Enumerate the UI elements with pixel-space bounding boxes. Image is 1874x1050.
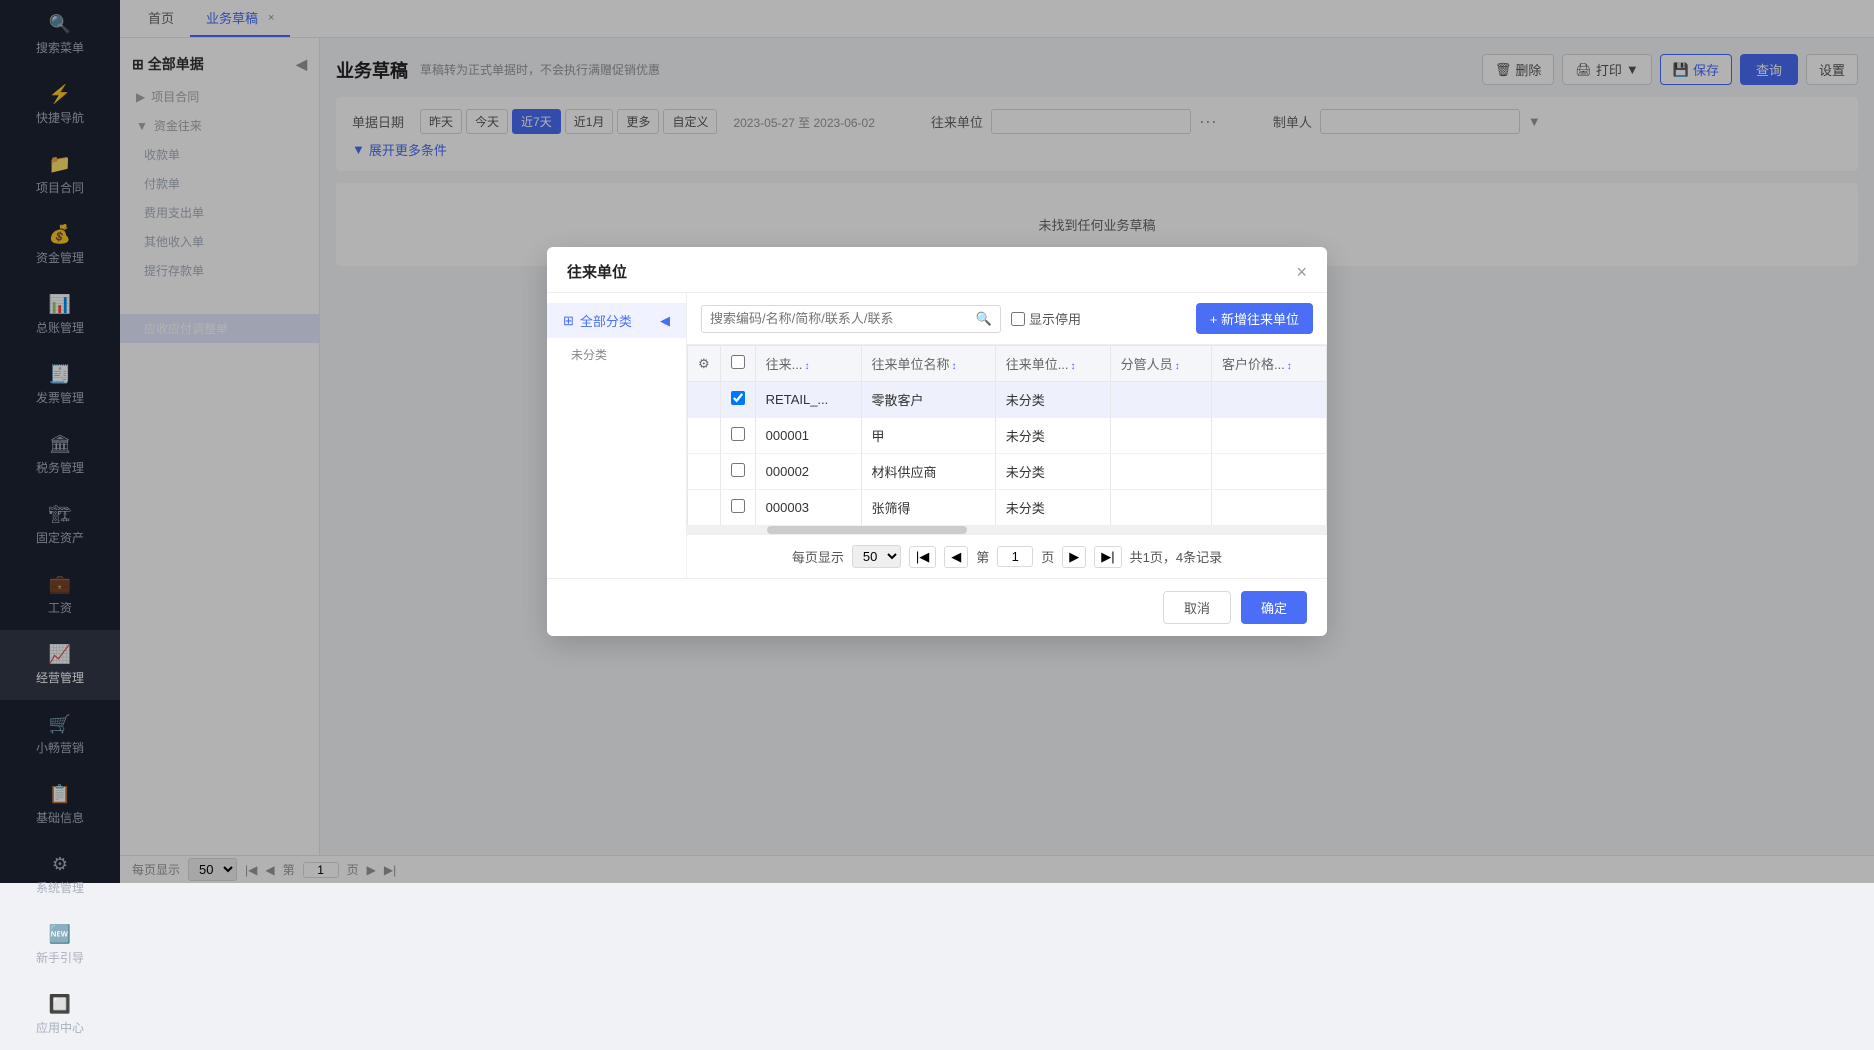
collapse-sidebar-icon[interactable]: ◀ (660, 313, 670, 329)
row-price (1211, 418, 1326, 454)
modal-body: ⊞ 全部分类 ◀ 未分类 🔍 显示停用 (547, 293, 1327, 578)
row-checkbox[interactable] (720, 382, 755, 418)
modal-search-box[interactable]: 🔍 (701, 305, 1001, 333)
cancel-button[interactable]: 取消 (1163, 591, 1231, 624)
table-row[interactable]: 000002 材料供应商 未分类 (688, 454, 1327, 490)
row-manager (1110, 454, 1211, 490)
row-manager (1110, 490, 1211, 526)
horizontal-scrollbar[interactable] (687, 526, 1327, 534)
row-code: 000002 (755, 454, 861, 490)
row-category: 未分类 (995, 454, 1110, 490)
col-category: 往来单位...↕ (995, 346, 1110, 382)
modal-pagination: 每页显示 50 |◀ ◀ 第 页 ▶ ▶| 共1页，4条记录 (687, 534, 1327, 578)
row-price (1211, 454, 1326, 490)
show-inactive-checkbox[interactable] (1011, 312, 1025, 326)
row-checkbox[interactable] (720, 490, 755, 526)
modal-sidebar-all[interactable]: ⊞ 全部分类 ◀ (547, 303, 686, 338)
select-all-checkbox[interactable] (731, 355, 745, 369)
search-icon: 🔍 (976, 311, 992, 327)
table-row[interactable]: 000003 张筛得 未分类 (688, 490, 1327, 526)
modal-close-button[interactable]: × (1296, 263, 1307, 281)
col-price: 客户价格...↕ (1211, 346, 1326, 382)
page-prev-btn[interactable]: ◀ (944, 546, 968, 568)
row-manager (1110, 418, 1211, 454)
appcenter-icon: 🔲 (49, 994, 71, 1015)
table-row[interactable]: 000001 甲 未分类 (688, 418, 1327, 454)
row-settings (688, 454, 721, 490)
page-next-btn[interactable]: ▶ (1062, 546, 1086, 568)
modal-table: ⚙ 往来...↕ 往来单位名称↕ 往来单位...↕ 分管人员↕ 客户价格...↕ (687, 345, 1327, 526)
row-code: 000003 (755, 490, 861, 526)
show-inactive-label[interactable]: 显示停用 (1011, 309, 1081, 328)
row-price (1211, 490, 1326, 526)
col-manager: 分管人员↕ (1110, 346, 1211, 382)
modal-header: 往来单位 × (547, 247, 1327, 293)
sidebar-item-appcenter[interactable]: 🔲 应用中心 (0, 980, 120, 1050)
modal-toolbar: 🔍 显示停用 + 新增往来单位 (687, 293, 1327, 345)
sidebar-item-guide[interactable]: 🆕 新手引导 (0, 910, 120, 980)
page-suffix: 页 (1041, 547, 1054, 566)
per-page-select[interactable]: 50 (852, 545, 901, 568)
modal-title: 往来单位 (567, 261, 627, 282)
page-last-btn[interactable]: ▶| (1094, 546, 1121, 568)
total-pages-text: 共1页，4条记录 (1130, 547, 1222, 566)
row-checkbox[interactable] (720, 454, 755, 490)
row-settings (688, 382, 721, 418)
settings-col-icon[interactable]: ⚙ (698, 356, 710, 371)
page-label: 第 (976, 547, 989, 566)
row-settings (688, 418, 721, 454)
col-code: 往来...↕ (755, 346, 861, 382)
row-category: 未分类 (995, 418, 1110, 454)
row-category: 未分类 (995, 382, 1110, 418)
page-first-btn[interactable]: |◀ (909, 546, 936, 568)
row-name: 零散客户 (861, 382, 995, 418)
sidebar-item-label: 应用中心 (36, 1019, 84, 1036)
scroll-thumb (767, 526, 967, 534)
row-name: 张筛得 (861, 490, 995, 526)
row-name: 材料供应商 (861, 454, 995, 490)
row-manager (1110, 382, 1211, 418)
sidebar-item-label: 新手引导 (36, 949, 84, 966)
row-code: RETAIL_... (755, 382, 861, 418)
row-price (1211, 382, 1326, 418)
row-code: 000001 (755, 418, 861, 454)
col-name: 往来单位名称↕ (861, 346, 995, 382)
table-row[interactable]: RETAIL_... 零散客户 未分类 (688, 382, 1327, 418)
modal-overlay: 往来单位 × ⊞ 全部分类 ◀ 未分类 🔍 (0, 0, 1874, 883)
row-name: 甲 (861, 418, 995, 454)
modal-sidebar: ⊞ 全部分类 ◀ 未分类 (547, 293, 687, 578)
modal-content-area: 🔍 显示停用 + 新增往来单位 ⚙ (687, 293, 1327, 578)
row-category: 未分类 (995, 490, 1110, 526)
per-page-label: 每页显示 (792, 547, 844, 566)
modal: 往来单位 × ⊞ 全部分类 ◀ 未分类 🔍 (547, 247, 1327, 636)
modal-sidebar-unclassified[interactable]: 未分类 (547, 338, 686, 371)
grid-icon: ⊞ (563, 313, 574, 329)
modal-search-input[interactable] (710, 311, 970, 326)
confirm-button[interactable]: 确定 (1241, 591, 1307, 624)
page-number-input[interactable] (997, 546, 1033, 567)
row-checkbox[interactable] (720, 418, 755, 454)
new-counterpart-button[interactable]: + 新增往来单位 (1196, 303, 1313, 334)
guide-icon: 🆕 (49, 924, 71, 945)
row-settings (688, 490, 721, 526)
modal-footer: 取消 确定 (547, 578, 1327, 636)
modal-table-wrap: ⚙ 往来...↕ 往来单位名称↕ 往来单位...↕ 分管人员↕ 客户价格...↕ (687, 345, 1327, 526)
